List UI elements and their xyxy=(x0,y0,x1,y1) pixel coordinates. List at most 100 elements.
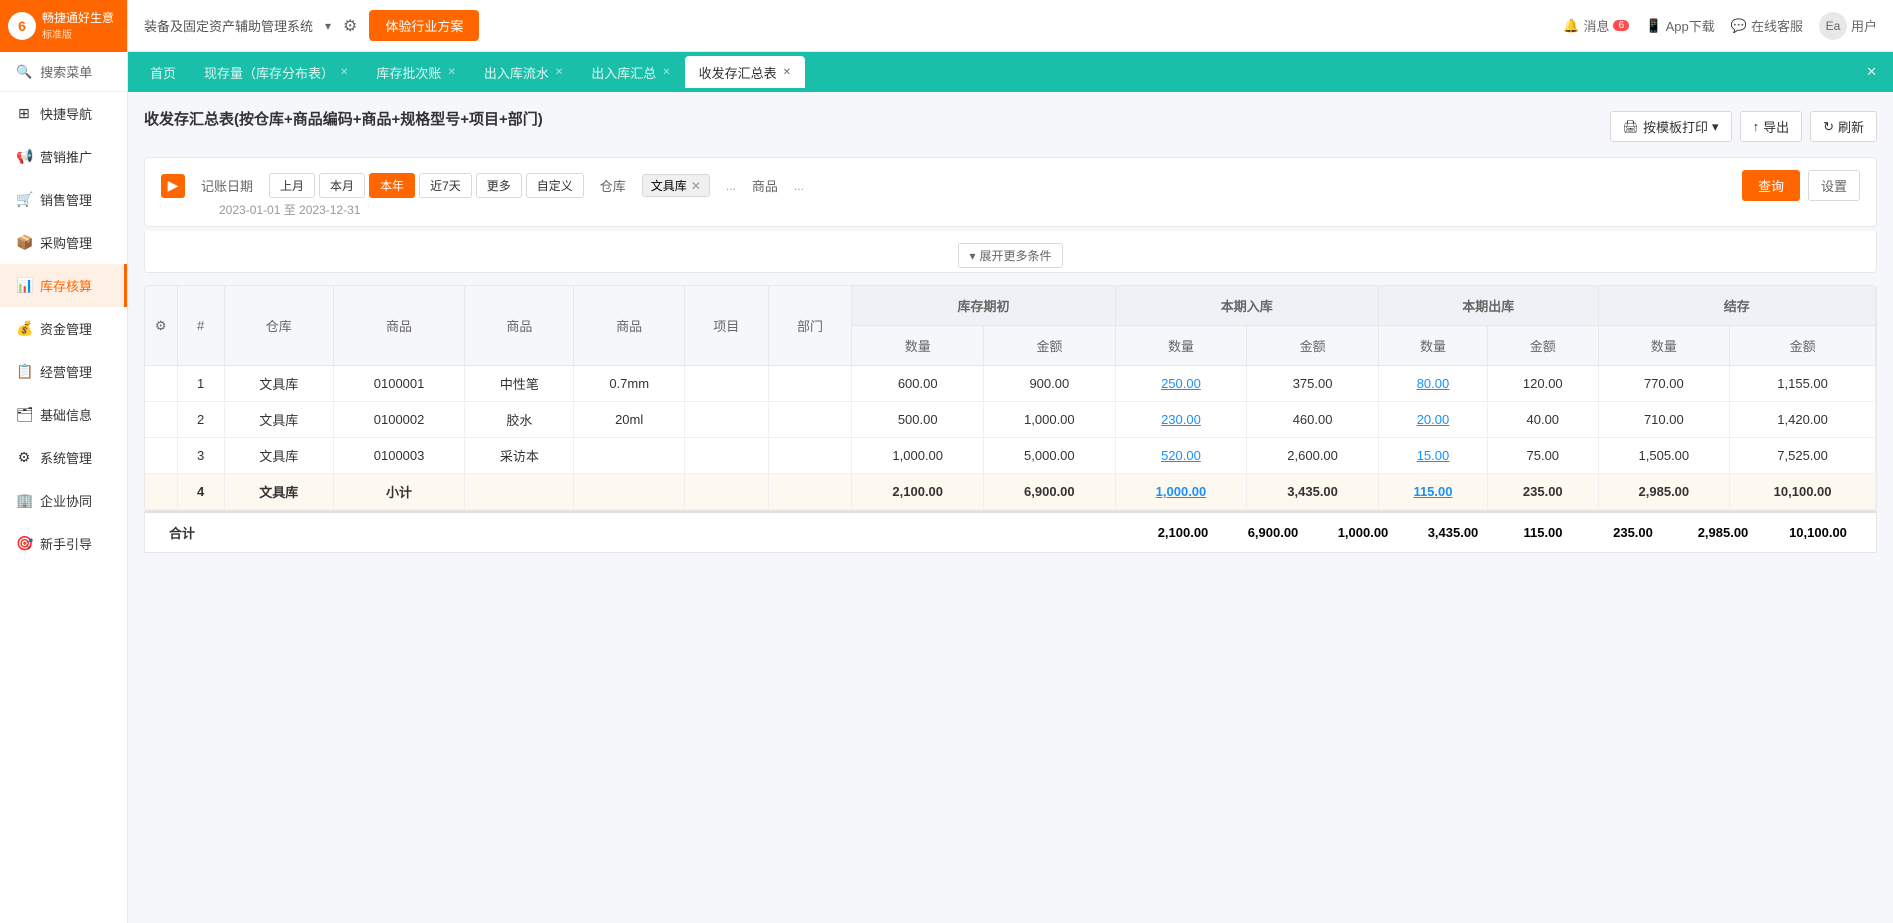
main-content: 装备及固定资产辅助管理系统 ▾ ⚙ 体验行业方案 🔔 消息 6 📱 App下载 … xyxy=(128,0,1893,923)
tab-in-out-summary[interactable]: 出入库汇总 ✕ xyxy=(577,56,684,88)
message-button[interactable]: 🔔 消息 6 xyxy=(1563,16,1629,35)
row1-in-qty[interactable]: 250.00 xyxy=(1115,366,1247,402)
sidebar-item-purchase[interactable]: 📦 采购管理 xyxy=(0,221,127,264)
enterprise-icon: 🏢 xyxy=(16,492,32,509)
tab-close-inventory-dist[interactable]: ✕ xyxy=(340,67,348,78)
logo-text: 畅捷通好生意 标准版 xyxy=(42,11,114,42)
sidebar-item-quick-nav[interactable]: ⊞ 快捷导航 xyxy=(0,92,127,135)
table-out-header: 本期出库 xyxy=(1378,286,1598,326)
table-number-header: # xyxy=(177,286,224,366)
row1-gear xyxy=(145,366,177,402)
tab-home[interactable]: 首页 xyxy=(136,56,190,88)
subtotal-label: 小计 xyxy=(333,474,465,510)
row1-product-code: 0100001 xyxy=(333,366,465,402)
row1-product-name: 中性笔 xyxy=(465,366,574,402)
subtotal-row: 4 文具库 小计 2,100.00 6,900.00 1,000.00 3,43… xyxy=(145,474,1876,510)
subtotal-num: 4 xyxy=(177,474,224,510)
system-dropdown[interactable]: ▾ xyxy=(325,19,331,33)
sidebar-item-operation[interactable]: 📋 经营管理 xyxy=(0,350,127,393)
row3-in-qty[interactable]: 520.00 xyxy=(1115,438,1247,474)
row3-product-code: 0100003 xyxy=(333,438,465,474)
opening-qty-header: 数量 xyxy=(852,326,984,366)
settings-icon[interactable]: ⚙ xyxy=(343,16,357,36)
sidebar-item-enterprise[interactable]: 🏢 企业协同 xyxy=(0,479,127,522)
subtotal-opening-qty: 2,100.00 xyxy=(852,474,984,510)
bell-icon: 🔔 xyxy=(1563,18,1579,34)
sidebar-item-finance[interactable]: 💰 资金管理 xyxy=(0,307,127,350)
row1-closing-qty: 770.00 xyxy=(1598,366,1730,402)
table-in-header: 本期入库 xyxy=(1115,286,1378,326)
period-custom[interactable]: 自定义 xyxy=(526,173,584,198)
table-opening-header: 库存期初 xyxy=(852,286,1115,326)
sidebar-item-basic[interactable]: 🗂 基础信息 xyxy=(0,393,127,436)
sidebar-item-sales[interactable]: 🛒 销售管理 xyxy=(0,178,127,221)
printer-icon: 🖨 xyxy=(1623,119,1640,135)
refresh-button[interactable]: ↻ 刷新 xyxy=(1810,111,1877,142)
table-row: 1 文具库 0100001 中性笔 0.7mm 600.00 900.00 25… xyxy=(145,366,1876,402)
warehouse-tag-close[interactable]: ✕ xyxy=(691,179,701,193)
query-button[interactable]: 查询 xyxy=(1742,170,1800,201)
period-this-year[interactable]: 本年 xyxy=(369,173,415,198)
period-more[interactable]: 更多 xyxy=(476,173,522,198)
row3-num: 3 xyxy=(177,438,224,474)
sidebar-item-newbie[interactable]: 🎯 新手引导 xyxy=(0,522,127,565)
export-button[interactable]: ↑ 导出 xyxy=(1740,111,1803,142)
tab-in-out-flow[interactable]: 出入库流水 ✕ xyxy=(470,56,577,88)
period-last-month[interactable]: 上月 xyxy=(269,173,315,198)
row3-product-spec xyxy=(574,438,684,474)
tab-bar-close[interactable]: ✕ xyxy=(1858,64,1885,80)
row1-out-qty[interactable]: 80.00 xyxy=(1378,366,1487,402)
expand-more-button[interactable]: ▾ 展开更多条件 xyxy=(958,243,1062,268)
phone-icon: 📱 xyxy=(1645,18,1661,34)
period-this-month[interactable]: 本月 xyxy=(319,173,365,198)
table-product-code-header: 商品 xyxy=(333,286,465,366)
user-menu[interactable]: Ea 用户 xyxy=(1819,12,1877,40)
tab-close-batch-ledger[interactable]: ✕ xyxy=(447,67,455,78)
tab-inventory-dist[interactable]: 现存量（库存分布表） ✕ xyxy=(190,56,362,88)
footer-label: 合计 xyxy=(145,523,345,542)
operation-icon: 📋 xyxy=(16,363,32,380)
filter-settings-button[interactable]: 设置 xyxy=(1808,170,1860,201)
table-closing-header: 结存 xyxy=(1598,286,1875,326)
tab-close-in-out-summary[interactable]: ✕ xyxy=(662,67,670,78)
tab-recv-send-summary[interactable]: 收发存汇总表 ✕ xyxy=(685,56,805,88)
trial-button[interactable]: 体验行业方案 xyxy=(369,10,479,41)
subtotal-in-qty[interactable]: 1,000.00 xyxy=(1115,474,1247,510)
tab-close-in-out-flow[interactable]: ✕ xyxy=(555,67,563,78)
tab-batch-ledger[interactable]: 库存批次账 ✕ xyxy=(362,56,469,88)
sidebar-item-marketing[interactable]: 📢 营销推广 xyxy=(0,135,127,178)
row2-out-qty[interactable]: 20.00 xyxy=(1378,402,1487,438)
online-service-button[interactable]: 💬 在线客服 xyxy=(1731,16,1803,35)
expand-icon: ▾ xyxy=(969,249,975,263)
sidebar-item-system[interactable]: ⚙ 系统管理 xyxy=(0,436,127,479)
period-7days[interactable]: 近7天 xyxy=(419,173,472,198)
row3-in-amt: 2,600.00 xyxy=(1247,438,1379,474)
subtotal-gear xyxy=(145,474,177,510)
row3-out-qty[interactable]: 15.00 xyxy=(1378,438,1487,474)
in-qty-header: 数量 xyxy=(1115,326,1247,366)
table-footer: 合计 2,100.00 6,900.00 1,000.00 3,435.00 1… xyxy=(144,511,1877,553)
search-menu-item[interactable]: 🔍 搜索菜单 xyxy=(0,52,127,92)
product-more[interactable]: ... xyxy=(794,179,804,193)
footer-closing-amt: 10,100.00 xyxy=(1768,525,1868,540)
footer-opening-amt: 6,900.00 xyxy=(1228,525,1318,540)
subtotal-out-qty[interactable]: 115.00 xyxy=(1378,474,1487,510)
app-download-button[interactable]: 📱 App下载 xyxy=(1645,16,1714,35)
row2-in-amt: 460.00 xyxy=(1247,402,1379,438)
row1-out-amt: 120.00 xyxy=(1488,366,1599,402)
row1-warehouse: 文具库 xyxy=(224,366,333,402)
product-label: 商品 xyxy=(752,176,778,195)
closing-amt-header: 金额 xyxy=(1730,326,1876,366)
sidebar-item-inventory[interactable]: 📊 库存核算 xyxy=(0,264,127,307)
warehouse-more[interactable]: ... xyxy=(726,179,736,193)
print-button[interactable]: 🖨 按模板打印 ▾ xyxy=(1610,111,1732,142)
filter-toggle-icon[interactable]: ▶ xyxy=(161,174,185,198)
topbar-right: 🔔 消息 6 📱 App下载 💬 在线客服 Ea 用户 xyxy=(1563,12,1877,40)
row2-in-qty[interactable]: 230.00 xyxy=(1115,402,1247,438)
sales-icon: 🛒 xyxy=(16,191,32,208)
tab-close-recv-send-summary[interactable]: ✕ xyxy=(783,67,791,78)
subtotal-in-amt: 3,435.00 xyxy=(1247,474,1379,510)
footer-in-qty: 1,000.00 xyxy=(1318,525,1408,540)
system-icon: ⚙ xyxy=(16,449,32,466)
row2-num: 2 xyxy=(177,402,224,438)
